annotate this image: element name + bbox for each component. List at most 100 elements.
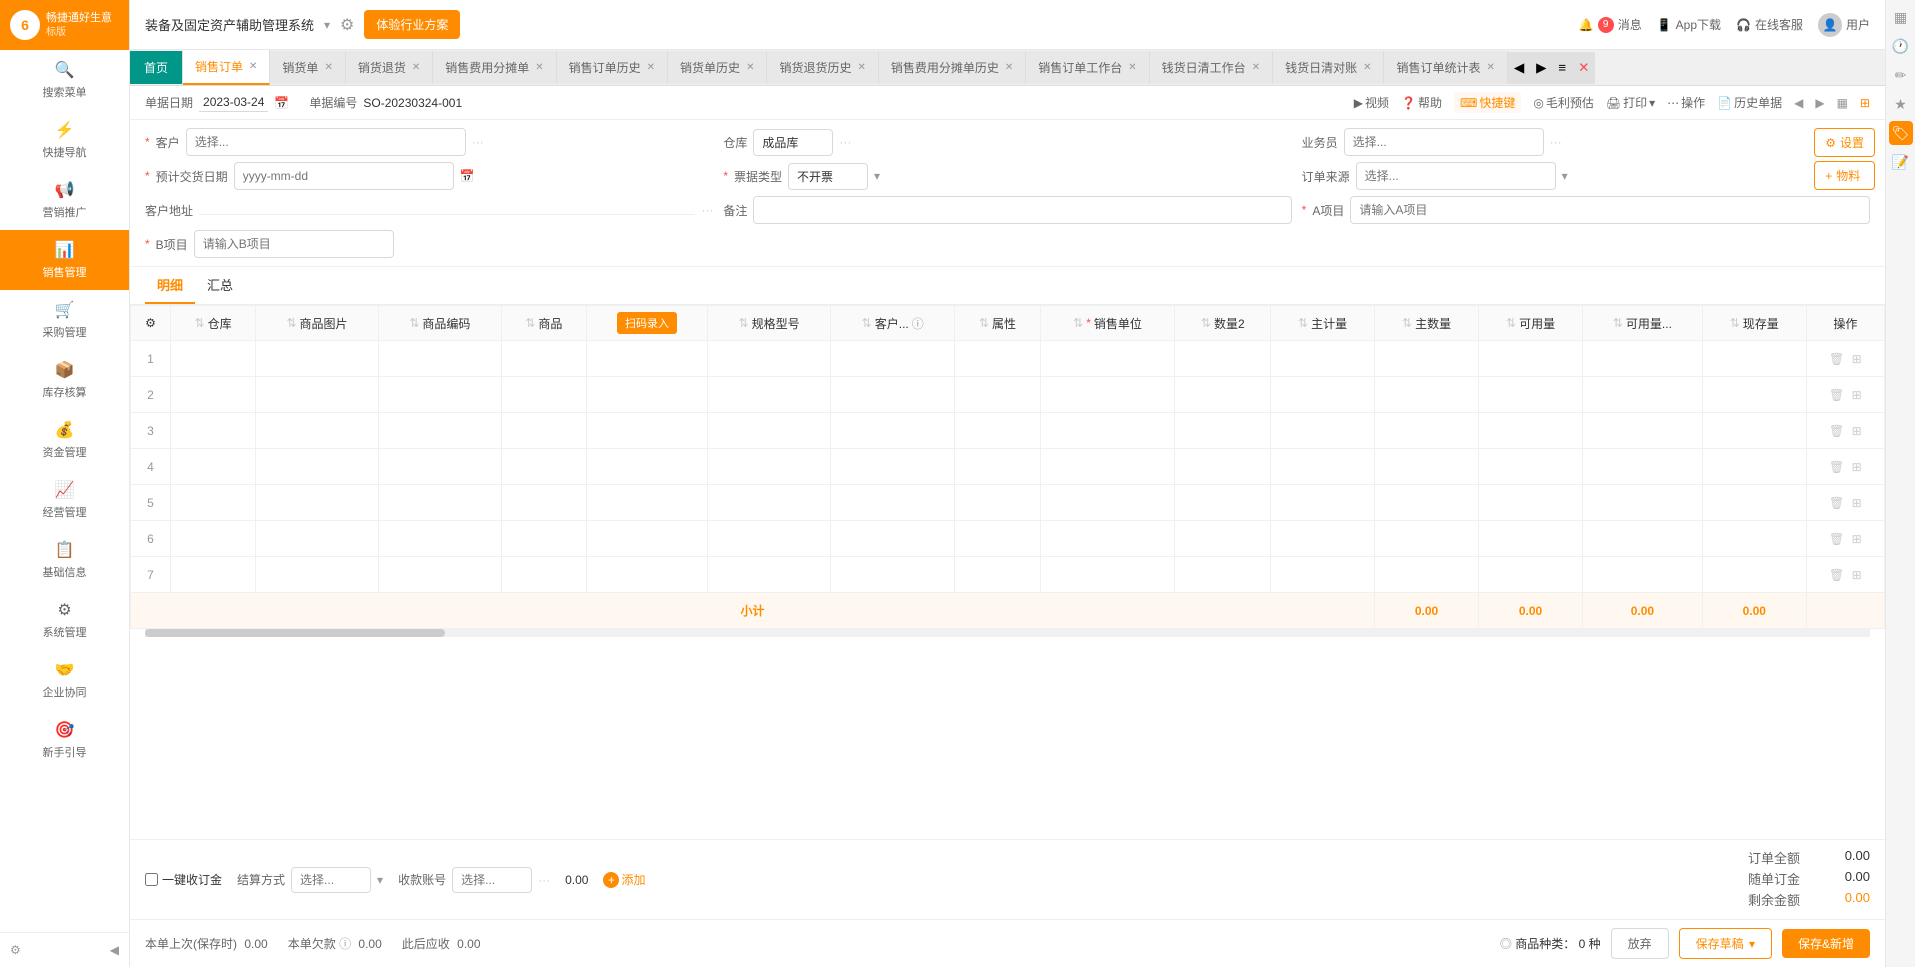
calendar-icon[interactable]: 📅 <box>274 96 289 110</box>
row-1-image[interactable] <box>256 341 379 377</box>
delete-icon-4[interactable]: 🗑 <box>1829 460 1844 474</box>
address-value[interactable] <box>199 206 695 215</box>
right-icon-edit[interactable]: 📝 <box>1889 150 1913 174</box>
save-draft-btn[interactable]: 保存草稿 ▾ <box>1679 928 1772 959</box>
sidebar-item-basic[interactable]: 📋 基础信息 <box>0 530 129 590</box>
right-icon-star[interactable]: ★ <box>1889 92 1913 116</box>
tab-close-return[interactable]: ✕ <box>412 62 420 73</box>
tab-return-history[interactable]: 销货退货历史 ✕ <box>767 51 878 84</box>
industry-btn[interactable]: 体验行业方案 <box>364 10 460 39</box>
settlement-input[interactable] <box>291 867 371 893</box>
tab-close-stats[interactable]: ✕ <box>1487 62 1495 73</box>
history-btn[interactable]: 📄 历史单据 <box>1717 94 1782 111</box>
row-2-customer-code[interactable] <box>830 377 954 413</box>
copy-icon-4[interactable]: ⊞ <box>1852 460 1862 474</box>
delete-icon-3[interactable]: 🗑 <box>1829 424 1844 438</box>
row-1-available2[interactable] <box>1583 341 1703 377</box>
discard-btn[interactable]: 放弃 <box>1611 928 1669 959</box>
online-service[interactable]: 🎧 在线客服 <box>1736 16 1803 33</box>
tab-detail[interactable]: 明细 <box>145 267 195 304</box>
tabs-close-all[interactable]: ✕ <box>1572 52 1595 84</box>
right-icon-tag[interactable]: 🏷 <box>1889 121 1913 145</box>
row-2-spec[interactable] <box>708 377 831 413</box>
row-1-product[interactable] <box>501 341 586 377</box>
app-download[interactable]: 📱 App下载 <box>1657 16 1721 33</box>
row-2-qty2[interactable] <box>1175 377 1271 413</box>
sidebar-item-system[interactable]: ⚙ 系统管理 <box>0 590 129 650</box>
next-record[interactable]: ▶ <box>1815 96 1824 110</box>
operations-btn[interactable]: ⋯ 操作 <box>1667 94 1705 111</box>
row-3-warehouse[interactable] <box>171 413 256 449</box>
user-avatar[interactable]: 👤 用户 <box>1818 13 1870 37</box>
collapse-icon[interactable]: ◀ <box>110 943 119 957</box>
delete-icon-5[interactable]: 🗑 <box>1829 496 1844 510</box>
row-1-stock[interactable] <box>1702 341 1806 377</box>
customer-input[interactable] <box>186 128 466 156</box>
sidebar-item-guide[interactable]: 🎯 新手引导 <box>0 710 129 770</box>
note-input[interactable] <box>753 196 1291 224</box>
tab-close-daily-reconcile[interactable]: ✕ <box>1363 62 1371 73</box>
delete-icon-6[interactable]: 🗑 <box>1829 532 1844 546</box>
a-project-input[interactable] <box>1350 196 1870 224</box>
prev-record[interactable]: ◀ <box>1794 96 1803 110</box>
sidebar-item-search[interactable]: 🔍 搜索菜单 <box>0 50 129 110</box>
tab-return[interactable]: 销货退货 ✕ <box>346 51 433 84</box>
b-project-input[interactable] <box>194 230 394 258</box>
row-1-qty2[interactable] <box>1175 341 1271 377</box>
delivery-input[interactable] <box>234 162 454 190</box>
row-1-scan[interactable] <box>586 341 707 377</box>
warehouse-value[interactable]: 成品库 <box>753 129 833 156</box>
save-new-btn[interactable]: 保存&新增 <box>1782 929 1870 958</box>
salesperson-more[interactable]: ··· <box>1550 135 1562 149</box>
delete-icon-1[interactable]: 🗑 <box>1829 352 1844 366</box>
right-icon-layout[interactable]: ▦ <box>1889 5 1913 29</box>
tab-close-expense[interactable]: ✕ <box>535 62 543 73</box>
tab-close-invoice[interactable]: ✕ <box>324 62 332 73</box>
row-2-product[interactable] <box>501 377 586 413</box>
row-1-customer-code[interactable] <box>830 341 954 377</box>
sidebar-item-management[interactable]: 📈 经营管理 <box>0 470 129 530</box>
sidebar-item-quick[interactable]: ⚡ 快捷导航 <box>0 110 129 170</box>
table-view-icon[interactable]: ⊞ <box>1860 96 1870 110</box>
tab-close-expense-history[interactable]: ✕ <box>1005 62 1013 73</box>
settings-gear-icon[interactable]: ⚙ <box>340 15 354 35</box>
order-source-input[interactable] <box>1356 162 1556 190</box>
deposit-checkbox-label[interactable]: 一键收订金 <box>145 871 222 888</box>
h-scrollbar-thumb[interactable] <box>145 629 445 637</box>
row-1-main-unit[interactable] <box>1271 341 1375 377</box>
message-bell[interactable]: 🔔 9 消息 <box>1579 16 1642 33</box>
scan-btn[interactable]: 扫码录入 <box>617 312 677 334</box>
tab-expense[interactable]: 销售费用分摊单 ✕ <box>433 51 556 84</box>
sidebar-item-collab[interactable]: 🤝 企业协同 <box>0 650 129 710</box>
sidebar-item-marketing[interactable]: 📢 营销推广 <box>0 170 129 230</box>
tab-close-return-history[interactable]: ✕ <box>857 62 865 73</box>
h-scrollbar[interactable] <box>145 629 1870 637</box>
tab-close-sales-order[interactable]: ✕ <box>249 61 257 72</box>
deposit-checkbox[interactable] <box>145 873 158 886</box>
row-2-code[interactable] <box>378 377 501 413</box>
row-2-main-qty[interactable] <box>1375 377 1479 413</box>
tab-order-history[interactable]: 销售订单历史 ✕ <box>557 51 668 84</box>
table-settings-icon[interactable]: ⚙ <box>145 316 156 330</box>
row-1-available[interactable] <box>1479 341 1583 377</box>
tab-close-order-history[interactable]: ✕ <box>647 62 655 73</box>
tab-stats[interactable]: 销售订单统计表 ✕ <box>1384 51 1507 84</box>
copy-icon-2[interactable]: ⊞ <box>1852 388 1862 402</box>
settings-icon[interactable]: ⚙ <box>10 943 21 957</box>
row-2-attribute[interactable] <box>955 377 1040 413</box>
shortcuts-btn[interactable]: ⌨ 快捷键 <box>1454 92 1521 113</box>
invoice-value[interactable]: 不开票 <box>788 163 868 190</box>
tabs-prev[interactable]: ◀ <box>1508 52 1530 84</box>
account-input[interactable] <box>452 867 532 893</box>
row-1-unit[interactable] <box>1040 341 1175 377</box>
row-2-stock[interactable] <box>1702 377 1806 413</box>
copy-icon-1[interactable]: ⊞ <box>1852 352 1862 366</box>
date-value[interactable]: 2023-03-24 <box>199 93 268 112</box>
settings-float-btn[interactable]: ⚙ 设置 <box>1814 128 1875 157</box>
salesperson-input[interactable] <box>1344 128 1544 156</box>
print-btn[interactable]: 🖨 打印 ▾ <box>1606 94 1655 111</box>
tab-invoice[interactable]: 销货单 ✕ <box>270 51 345 84</box>
tab-close-daily-workbench[interactable]: ✕ <box>1252 62 1260 73</box>
tab-close-order-workbench[interactable]: ✕ <box>1128 62 1136 73</box>
copy-icon-3[interactable]: ⊞ <box>1852 424 1862 438</box>
